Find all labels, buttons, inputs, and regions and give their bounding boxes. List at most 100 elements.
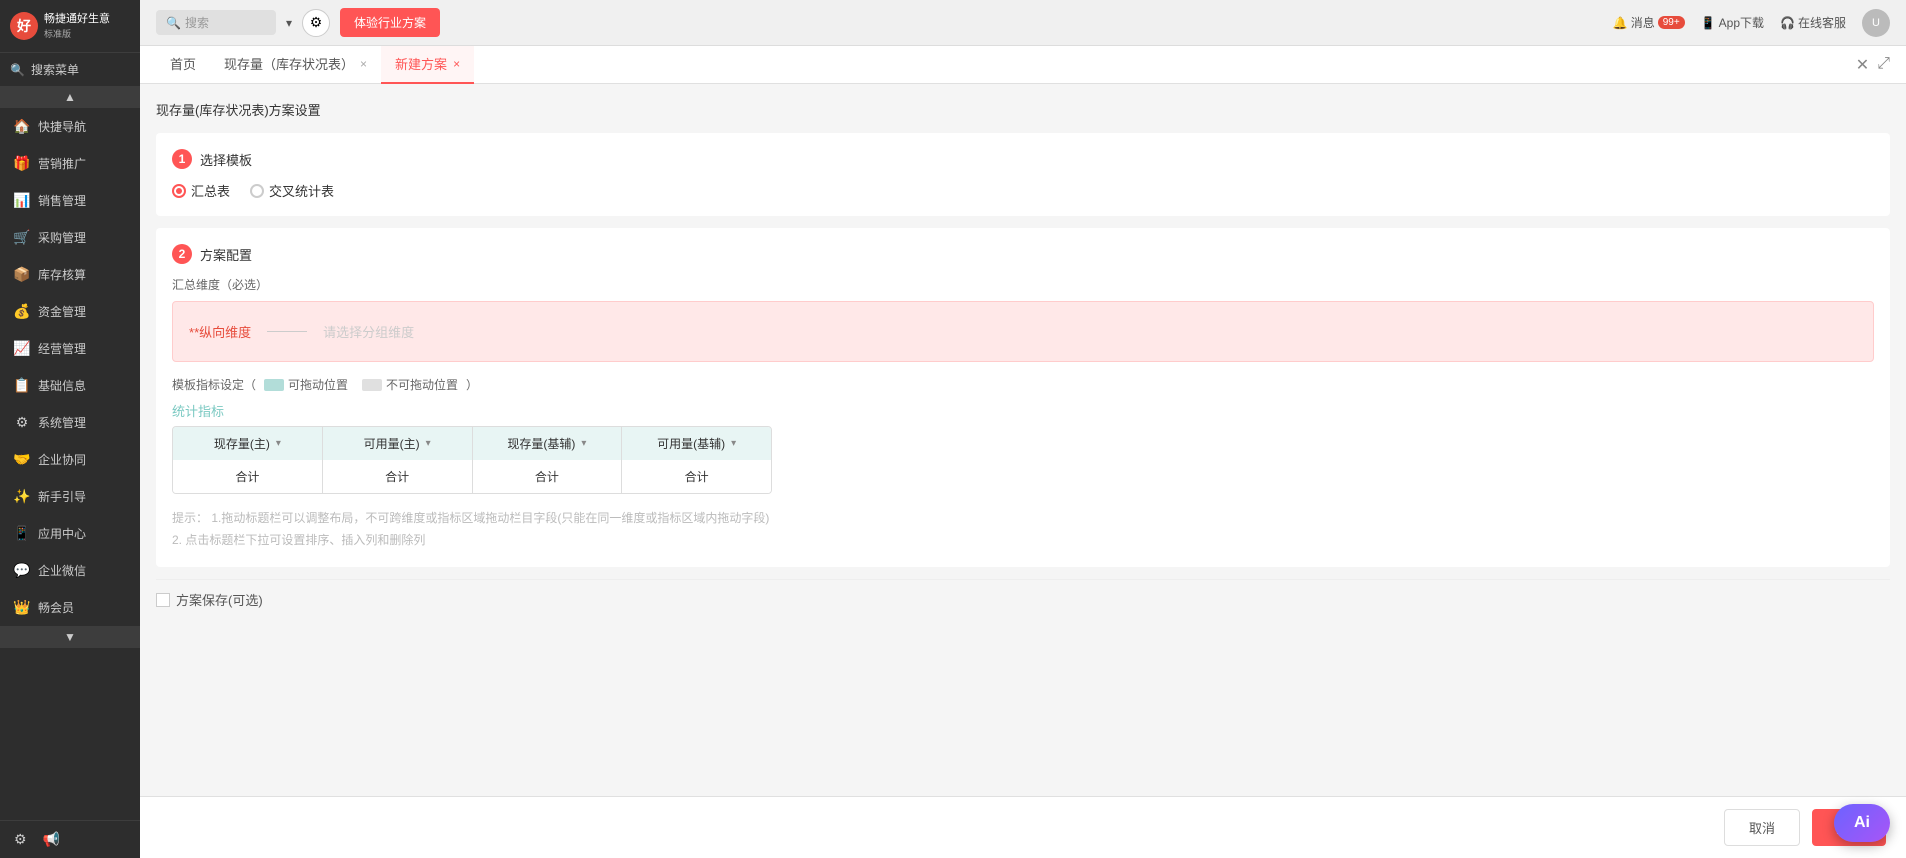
footer-actions: 取消 查询: [140, 796, 1906, 858]
logo-icon: 好: [10, 12, 38, 40]
section-config: 2 方案配置 汇总维度（必选） **纵向维度 请选择分组维度 模板指标设定（: [156, 228, 1890, 567]
app-download-link[interactable]: 📱 App下载: [1701, 14, 1764, 31]
tab-new-scheme[interactable]: 新建方案 ×: [381, 46, 474, 84]
step2-badge: 2: [172, 244, 192, 264]
tab-icons: ✕ ⤢: [1856, 55, 1890, 75]
sidebar-item-system[interactable]: ⚙ 系统管理: [0, 404, 140, 441]
gear-button[interactable]: ⚙: [302, 9, 330, 37]
trial-button[interactable]: 体验行业方案: [340, 8, 440, 37]
legend-draggable: 可拖动位置: [264, 376, 348, 393]
vertical-dim-label: **纵向维度: [189, 322, 251, 341]
tab-inventory-close[interactable]: ×: [360, 57, 367, 71]
tab-new-scheme-close[interactable]: ×: [453, 57, 460, 71]
save-row: 方案保存(可选): [156, 579, 1890, 609]
step2-header: 2 方案配置: [172, 244, 1874, 264]
sidebar-item-guide[interactable]: ✨ 新手引导: [0, 478, 140, 515]
topbar-left: 🔍 搜索 ▾ ⚙ 体验行业方案: [156, 8, 440, 37]
draggable-box: [264, 379, 284, 391]
speaker-icon[interactable]: 📢: [43, 831, 60, 848]
dimension-box[interactable]: **纵向维度 请选择分组维度: [172, 301, 1874, 362]
stats-table-body: 合计 合计 合计 合计: [173, 460, 771, 493]
search-text: 搜索: [185, 14, 209, 31]
col-body-3: 合计: [622, 460, 771, 493]
topbar: 🔍 搜索 ▾ ⚙ 体验行业方案 🔔 消息 99+ 📱 App下载 🎧: [140, 0, 1906, 46]
handshake-icon: 🤝: [14, 452, 30, 468]
indicator-config-text: 模板指标设定（: [172, 376, 256, 393]
tab-close-all-icon[interactable]: ✕: [1856, 55, 1869, 75]
tab-home[interactable]: 首页: [156, 46, 210, 84]
app-logo: 好 畅捷通好生意 标准版: [0, 0, 140, 53]
dim-placeholder: 请选择分组维度: [323, 322, 414, 341]
stats-section-label: 统计指标: [172, 401, 1874, 420]
no-drag-box: [362, 379, 382, 391]
col-label-0: 现存量(主): [214, 435, 270, 452]
sidebar-scroll-down[interactable]: ▼: [0, 626, 140, 648]
sidebar-item-wechat[interactable]: 💬 企业微信: [0, 552, 140, 589]
tab-expand-icon[interactable]: ⤢: [1877, 55, 1890, 75]
tab-inventory-label: 现存量（库存状况表）: [224, 54, 354, 73]
sidebar-item-basic-info[interactable]: 📋 基础信息: [0, 367, 140, 404]
headset-icon: 🎧: [1780, 16, 1795, 30]
cart-icon: 🛒: [14, 230, 30, 246]
step2-title: 方案配置: [200, 245, 252, 264]
ai-bubble-label: Ai: [1854, 814, 1870, 832]
col-chevron-3[interactable]: ▾: [731, 438, 736, 449]
step1-header: 1 选择模板: [172, 149, 1874, 169]
radio-summary-label: 汇总表: [191, 181, 230, 200]
settings-bottom-icon[interactable]: ⚙: [14, 831, 27, 848]
app-name: 畅捷通好生意: [44, 12, 110, 26]
topbar-search-box[interactable]: 🔍 搜索: [156, 10, 276, 35]
hint-line-2: 2. 点击标题栏下拉可设置排序、插入列和删除列: [172, 530, 1874, 552]
stats-table-header: 现存量(主) ▾ 可用量(主) ▾ 现存量(基辅) ▾ 可用量(基辅): [173, 427, 771, 460]
dim-separator-line: [267, 331, 307, 332]
col-chevron-2[interactable]: ▾: [581, 438, 586, 449]
col-label-2: 现存量(基辅): [507, 435, 575, 452]
sidebar: 好 畅捷通好生意 标准版 🔍 搜索菜单 ▲ 🏠 快捷导航 🎁 营销推广 📊 销售…: [0, 0, 140, 858]
col-body-2: 合计: [473, 460, 623, 493]
col-body-1: 合计: [323, 460, 473, 493]
sidebar-item-inventory[interactable]: 📦 库存核算: [0, 256, 140, 293]
sidebar-item-member[interactable]: 👑 畅会员: [0, 589, 140, 626]
radio-summary[interactable]: 汇总表: [172, 181, 230, 200]
sidebar-item-marketing[interactable]: 🎁 营销推广: [0, 145, 140, 182]
gift-icon: 🎁: [14, 156, 30, 172]
sidebar-item-quick-nav[interactable]: 🏠 快捷导航: [0, 108, 140, 145]
sidebar-item-finance[interactable]: 💰 资金管理: [0, 293, 140, 330]
sidebar-item-cooperation[interactable]: 🤝 企业协同: [0, 441, 140, 478]
sidebar-nav: ▲ 🏠 快捷导航 🎁 营销推广 📊 销售管理 🛒 采购管理 📦 库存核算 💰 资…: [0, 86, 140, 820]
topbar-dropdown[interactable]: ▾: [286, 16, 292, 30]
tab-new-scheme-label: 新建方案: [395, 54, 447, 73]
col-label-1: 可用量(主): [364, 435, 420, 452]
user-avatar[interactable]: U: [1862, 9, 1890, 37]
legend-no-drag: 不可拖动位置: [362, 376, 458, 393]
sidebar-item-management[interactable]: 📈 经营管理: [0, 330, 140, 367]
col-chevron-0[interactable]: ▾: [276, 438, 281, 449]
summary-dim-label: 汇总维度（必选）: [172, 276, 1874, 293]
tab-home-label: 首页: [170, 54, 196, 73]
hint-line-1: 提示： 1.拖动标题栏可以调整布局，不可跨维度或指标区域拖动栏目字段(只能在同一…: [172, 508, 1874, 530]
stats-table: 现存量(主) ▾ 可用量(主) ▾ 现存量(基辅) ▾ 可用量(基辅): [172, 426, 772, 494]
crown-icon: 👑: [14, 600, 30, 616]
tab-bar: 首页 现存量（库存状况表） × 新建方案 × ✕ ⤢: [140, 46, 1906, 84]
radio-cross[interactable]: 交叉统计表: [250, 181, 334, 200]
sidebar-item-sales[interactable]: 📊 销售管理: [0, 182, 140, 219]
tab-inventory[interactable]: 现存量（库存状况表） ×: [210, 46, 381, 84]
col-body-0: 合计: [173, 460, 323, 493]
sidebar-item-app-center[interactable]: 📱 应用中心: [0, 515, 140, 552]
sidebar-search[interactable]: 🔍 搜索菜单: [0, 53, 140, 86]
online-service-link[interactable]: 🎧 在线客服: [1780, 14, 1846, 31]
app-version: 标准版: [44, 27, 110, 40]
ai-bubble[interactable]: Ai: [1834, 804, 1890, 842]
sidebar-scroll-up[interactable]: ▲: [0, 86, 140, 108]
draggable-label: 可拖动位置: [288, 376, 348, 393]
message-button[interactable]: 🔔 消息 99+: [1613, 14, 1685, 31]
col-header-2[interactable]: 现存量(基辅) ▾: [473, 427, 623, 460]
col-header-3[interactable]: 可用量(基辅) ▾: [622, 427, 771, 460]
cancel-button[interactable]: 取消: [1724, 809, 1800, 846]
col-chevron-1[interactable]: ▾: [426, 438, 431, 449]
sidebar-item-purchase[interactable]: 🛒 采购管理: [0, 219, 140, 256]
col-header-0[interactable]: 现存量(主) ▾: [173, 427, 323, 460]
save-scheme-checkbox[interactable]: [156, 593, 170, 607]
indicator-config: 模板指标设定（ 可拖动位置 不可拖动位置 ） 统计指标: [172, 376, 1874, 551]
col-header-1[interactable]: 可用量(主) ▾: [323, 427, 473, 460]
